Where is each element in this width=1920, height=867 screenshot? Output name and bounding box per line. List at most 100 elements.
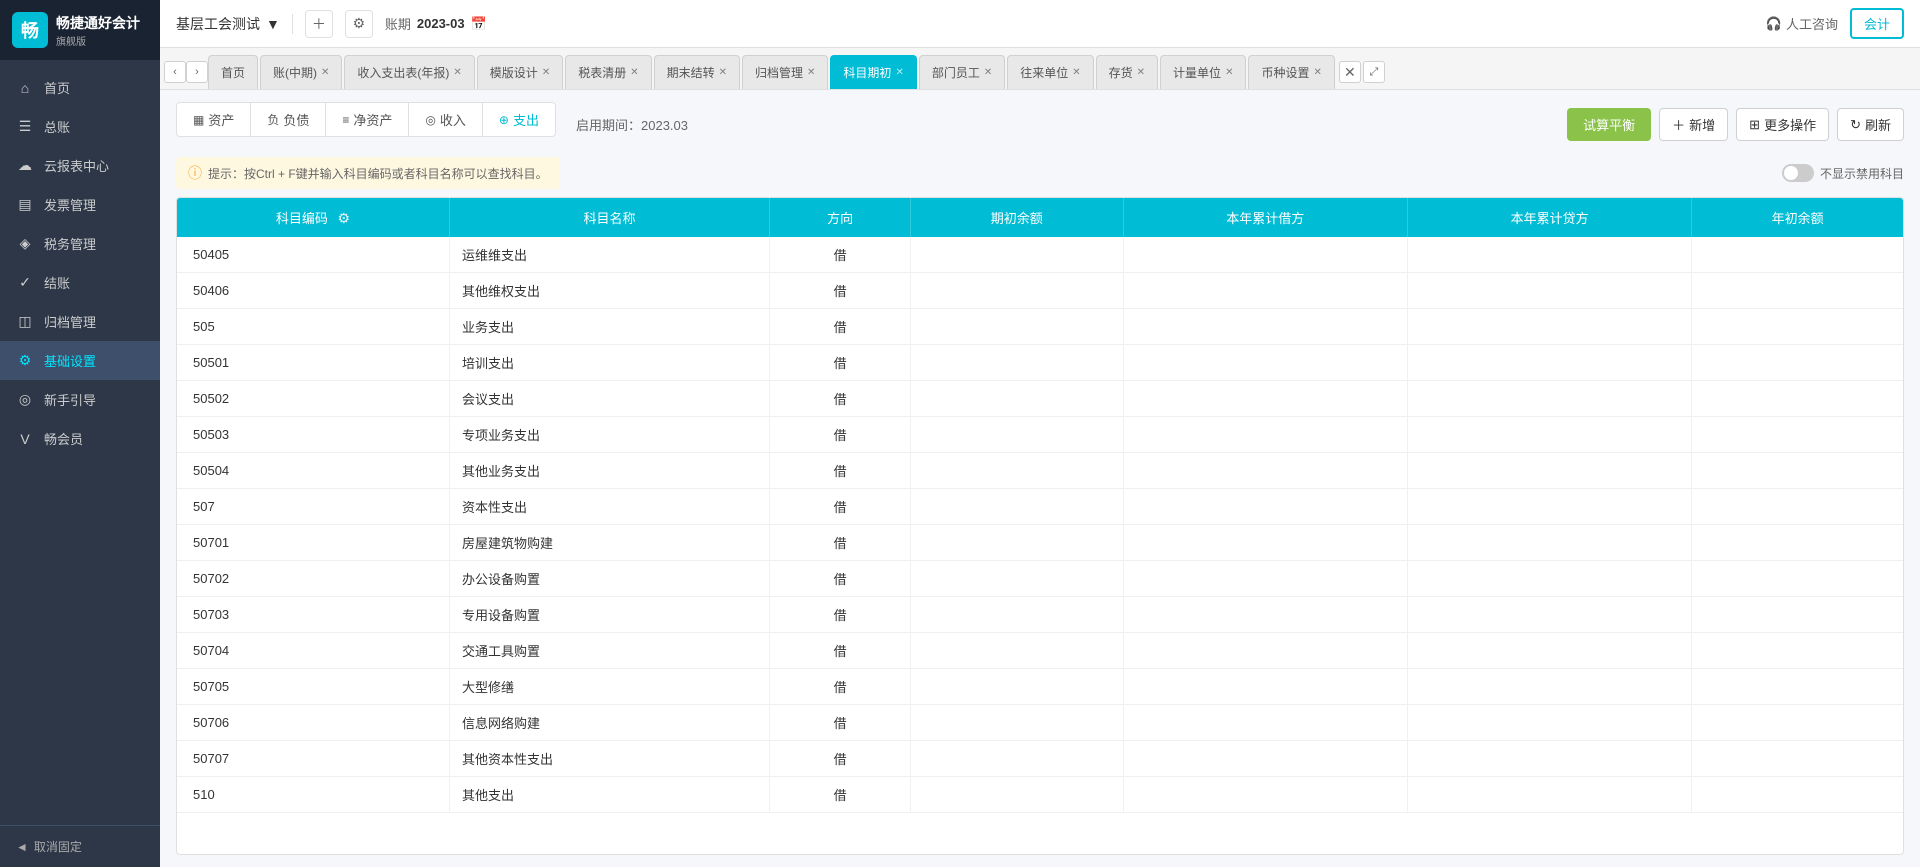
more-btn[interactable]: ⊞ 更多操作 xyxy=(1736,108,1829,141)
tab-scroll-left[interactable]: ‹ xyxy=(164,61,186,83)
tab-币种设置[interactable]: 币种设置✕ xyxy=(1248,55,1334,89)
tab-close-icon-3[interactable]: ✕ xyxy=(542,67,550,78)
sidebar-item-结账[interactable]: ✓ 结账 xyxy=(0,263,160,302)
sidebar-item-云报表中心[interactable]: ☁ 云报表中心 xyxy=(0,146,160,185)
org-selector[interactable]: 基层工会测试 ▼ xyxy=(176,14,280,34)
table-row[interactable]: 50704 交通工具购置 借 xyxy=(177,633,1903,669)
cell-year-begin-13 xyxy=(1692,705,1903,741)
table-row[interactable]: 50701 房屋建筑物购建 借 xyxy=(177,525,1903,561)
table-row[interactable]: 510 其他支出 借 xyxy=(177,777,1903,813)
tab-close-icon-2[interactable]: ✕ xyxy=(453,67,461,78)
account-btn[interactable]: 会计 xyxy=(1850,8,1904,39)
filter-tab-负债[interactable]: 负 负债 xyxy=(251,103,326,136)
tab-首页[interactable]: 首页 xyxy=(208,55,258,89)
tab-归档管理[interactable]: 归档管理 ✕ xyxy=(742,55,828,89)
tab-模版设计[interactable]: 模版设计✕ xyxy=(477,55,563,89)
tab-科目期初[interactable]: 科目期初✕ xyxy=(830,55,916,89)
tab-close-icon-9[interactable]: ✕ xyxy=(1072,67,1080,78)
sidebar-item-新手引导[interactable]: ◎ 新手引导 xyxy=(0,380,160,419)
tab-close-icon-6[interactable]: ✕ xyxy=(807,67,815,78)
table-row[interactable]: 50503 专项业务支出 借 xyxy=(177,417,1903,453)
add-icon: ＋ xyxy=(1672,115,1685,134)
cell-code-0: 50405 xyxy=(177,237,449,273)
filter-icon-1: 负 xyxy=(267,111,279,128)
tab-label-6: 归档管理 xyxy=(755,64,803,81)
tab-收入支出表(年报)[interactable]: 收入支出表(年报)✕ xyxy=(344,55,474,89)
cell-ytd-credit-2 xyxy=(1407,309,1691,345)
sidebar: 畅 畅捷通好会计 旗舰版 ⌂ 首页☰ 总账☁ 云报表中心▤ 发票管理◈ 税务管理… xyxy=(0,0,160,867)
table-row[interactable]: 50406 其他维权支出 借 xyxy=(177,273,1903,309)
filter-tab-收入[interactable]: ◎ 收入 xyxy=(409,103,483,136)
calculate-btn[interactable]: 试算平衡 xyxy=(1567,108,1651,141)
tab-close-icon-10[interactable]: ✕ xyxy=(1137,67,1145,78)
tab-close-icon-11[interactable]: ✕ xyxy=(1225,67,1233,78)
sidebar-item-发票管理[interactable]: ▤ 发票管理 xyxy=(0,185,160,224)
cell-period-9 xyxy=(910,561,1123,597)
tab-close-icon-1[interactable]: ✕ xyxy=(321,67,329,78)
cell-ytd-credit-0 xyxy=(1407,237,1691,273)
settings-btn[interactable]: ⚙ xyxy=(345,10,373,38)
filter-tab-支出[interactable]: ⊕ 支出 xyxy=(483,103,555,136)
cell-ytd-debit-3 xyxy=(1123,345,1407,381)
sidebar-item-首页[interactable]: ⌂ 首页 xyxy=(0,68,160,107)
table-row[interactable]: 507 资本性支出 借 xyxy=(177,489,1903,525)
tab-close-icon-7[interactable]: ✕ xyxy=(895,67,903,78)
close-all-tabs[interactable]: ✕ xyxy=(1339,61,1361,83)
tab-close-icon-8[interactable]: ✕ xyxy=(984,67,992,78)
tab-部门员工[interactable]: 部门员工✕ xyxy=(919,55,1005,89)
tab-存货[interactable]: 存货✕ xyxy=(1096,55,1158,89)
tab-close-icon-12[interactable]: ✕ xyxy=(1313,67,1321,78)
tab-计量单位[interactable]: 计量单位✕ xyxy=(1160,55,1246,89)
filter-label-0: 资产 xyxy=(208,110,234,129)
table-row[interactable]: 50501 培训支出 借 xyxy=(177,345,1903,381)
tab-scroll-right[interactable]: › xyxy=(186,61,208,83)
col-name: 科目名称 xyxy=(449,198,769,237)
sidebar-item-税务管理[interactable]: ◈ 税务管理 xyxy=(0,224,160,263)
tab-账(中期)[interactable]: 账(中期)✕ xyxy=(260,55,342,89)
table-row[interactable]: 505 业务支出 借 xyxy=(177,309,1903,345)
table-row[interactable]: 50707 其他资本性支出 借 xyxy=(177,741,1903,777)
tab-期末结转[interactable]: 期末结转✕ xyxy=(654,55,740,89)
column-settings-icon[interactable]: ⚙ xyxy=(338,210,351,226)
cell-period-7 xyxy=(910,489,1123,525)
tab-往来单位[interactable]: 往来单位✕ xyxy=(1007,55,1093,89)
sidebar-icon-6: ◫ xyxy=(16,313,34,330)
account-table: 科目编码 ⚙ 科目名称 方向 期初余额 本年累计借方 本年累计贷方 年初余额 5… xyxy=(177,198,1903,813)
expand-window[interactable]: ⤢ xyxy=(1363,61,1385,83)
add-org-btn[interactable]: ＋ xyxy=(305,10,333,38)
table-row[interactable]: 50703 专用设备购置 借 xyxy=(177,597,1903,633)
cell-year-begin-0 xyxy=(1692,237,1903,273)
add-btn[interactable]: ＋ 新增 xyxy=(1659,108,1728,141)
cell-name-0: 运维维支出 xyxy=(449,237,769,273)
filter-tab-净资产[interactable]: ≡ 净资产 xyxy=(326,103,409,136)
filter-tab-资产[interactable]: ▦ 资产 xyxy=(177,103,251,136)
app-name: 畅捷通好会计 xyxy=(56,13,140,33)
logo-icon: 畅 xyxy=(12,12,48,48)
sidebar-collapse[interactable]: ◄ 取消固定 xyxy=(0,825,160,867)
tip-text: 提示：按Ctrl + F键并输入科目编码或者科目名称可以查找科目。 xyxy=(208,165,548,182)
help-btn[interactable]: 🎧 人工咨询 xyxy=(1766,14,1838,33)
tab-close-icon-4[interactable]: ✕ xyxy=(630,67,638,78)
tab-税表清册[interactable]: 税表清册✕ xyxy=(565,55,651,89)
cell-ytd-debit-4 xyxy=(1123,381,1407,417)
toolbar-actions: 试算平衡 ＋ 新增 ⊞ 更多操作 ↻ 刷新 xyxy=(1567,108,1904,141)
table-row[interactable]: 50504 其他业务支出 借 xyxy=(177,453,1903,489)
sidebar-item-归档管理[interactable]: ◫ 归档管理 xyxy=(0,302,160,341)
sidebar-item-基础设置[interactable]: ⚙ 基础设置 xyxy=(0,341,160,380)
sidebar-item-畅会员[interactable]: V 畅会员 xyxy=(0,419,160,458)
sidebar-item-总账[interactable]: ☰ 总账 xyxy=(0,107,160,146)
table-row[interactable]: 50705 大型修缮 借 xyxy=(177,669,1903,705)
table-row[interactable]: 50702 办公设备购置 借 xyxy=(177,561,1903,597)
cell-ytd-credit-10 xyxy=(1407,597,1691,633)
cell-ytd-credit-5 xyxy=(1407,417,1691,453)
refresh-btn[interactable]: ↻ 刷新 xyxy=(1837,108,1904,141)
cell-code-13: 50706 xyxy=(177,705,449,741)
tab-close-icon-5[interactable]: ✕ xyxy=(719,67,727,78)
table-row[interactable]: 50502 会议支出 借 xyxy=(177,381,1903,417)
table-row[interactable]: 50706 信息网络购建 借 xyxy=(177,705,1903,741)
cell-direction-12: 借 xyxy=(770,669,911,705)
calendar-icon[interactable]: 📅 xyxy=(471,16,487,32)
table-row[interactable]: 50405 运维维支出 借 xyxy=(177,237,1903,273)
disable-toggle-switch[interactable] xyxy=(1782,164,1814,182)
cell-name-7: 资本性支出 xyxy=(449,489,769,525)
